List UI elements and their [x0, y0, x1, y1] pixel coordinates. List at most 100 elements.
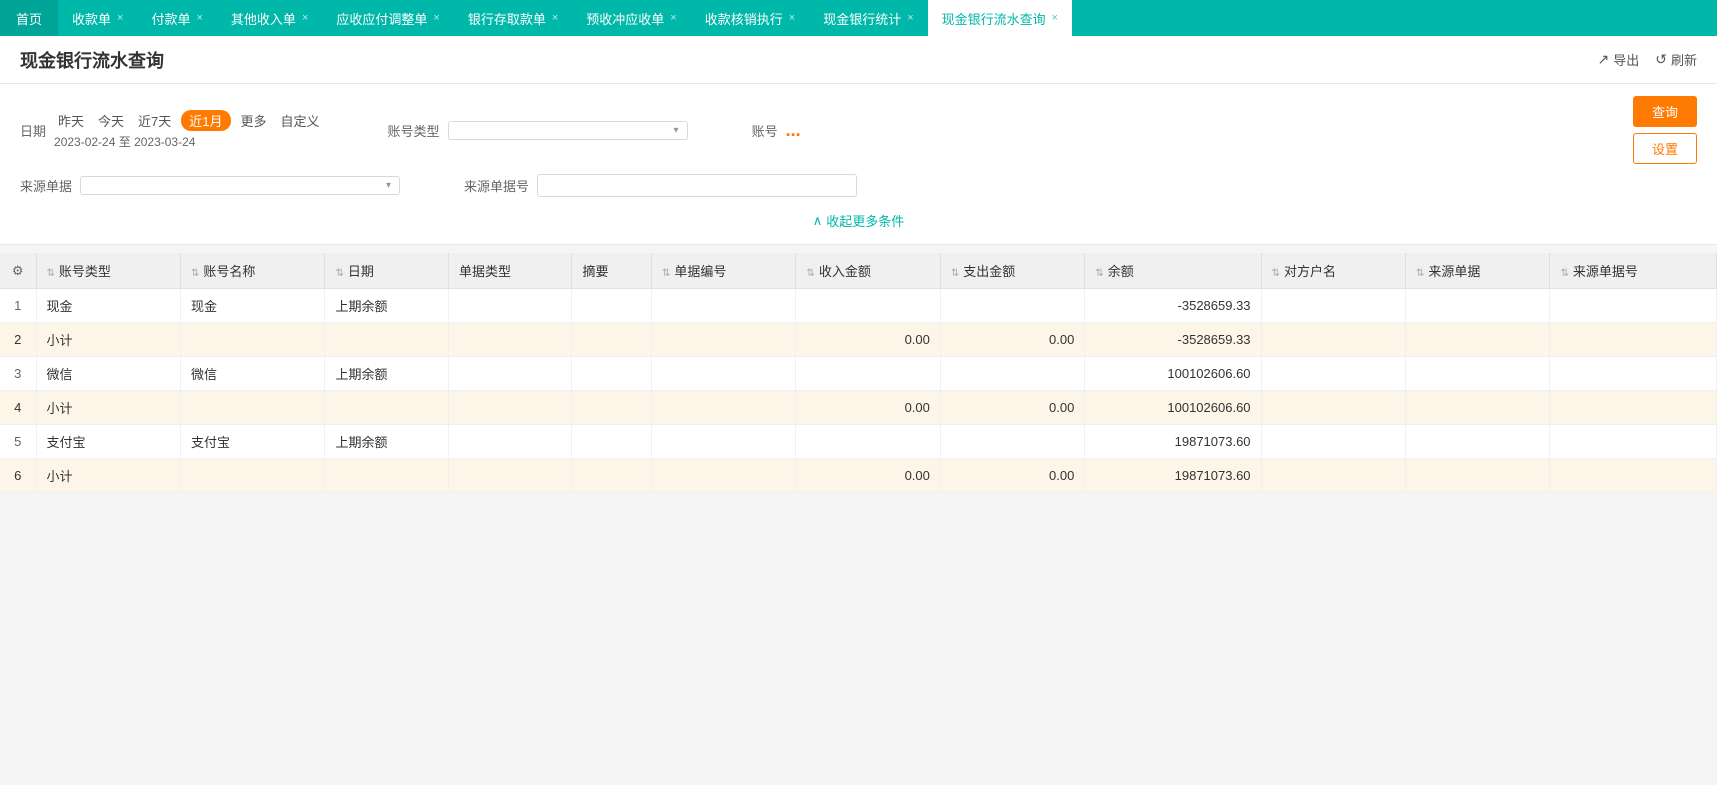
cell-row-num: 2: [0, 323, 36, 357]
cell-counterpart: [1261, 323, 1405, 357]
header-actions: ↗ 导出 ↺ 刷新: [1598, 50, 1698, 69]
nav-tab-yinhangcunqu[interactable]: 银行存取款单 ×: [454, 0, 572, 36]
cell-account-type: 微信: [36, 357, 180, 391]
export-button[interactable]: ↗ 导出: [1598, 50, 1640, 69]
source-doc-select[interactable]: ▾: [80, 176, 400, 195]
nav-tab-label: 收款核销执行: [705, 9, 783, 28]
cell-doc-type: [448, 459, 572, 493]
cell-row-num: 3: [0, 357, 36, 391]
cell-account-name: 现金: [180, 289, 324, 323]
nav-home[interactable]: 首页: [0, 0, 58, 36]
date-option-custom[interactable]: 自定义: [277, 110, 324, 131]
nav-tab-label: 其他收入单: [231, 9, 296, 28]
nav-tab-close-icon[interactable]: ×: [907, 12, 913, 24]
cell-summary: [572, 459, 652, 493]
nav-tab-close-icon[interactable]: ×: [117, 12, 123, 24]
query-button[interactable]: 查询: [1633, 96, 1697, 127]
account-label: 账号: [752, 121, 778, 140]
account-type-select[interactable]: ▾: [448, 121, 688, 140]
cell-summary: [572, 391, 652, 425]
export-icon: ↗: [1598, 51, 1610, 68]
cell-balance: 100102606.60: [1085, 391, 1261, 425]
nav-tab-qitashourandan[interactable]: 其他收入单 ×: [217, 0, 322, 36]
filter-row-2: 来源单据 ▾ 来源单据号: [20, 174, 1697, 197]
th-source-doc-no[interactable]: ⇅来源单据号: [1550, 253, 1717, 289]
refresh-label: 刷新: [1671, 50, 1697, 69]
cell-row-num: 4: [0, 391, 36, 425]
nav-tab-label: 应收应付调整单: [336, 9, 427, 28]
filter-area: 日期 昨天 今天 近7天 近1月 更多 自定义 2023-02-24 至 202…: [0, 84, 1717, 245]
nav-tab-close-icon[interactable]: ×: [302, 12, 308, 24]
nav-tab-close-icon[interactable]: ×: [196, 12, 202, 24]
cell-balance: -3528659.33: [1085, 323, 1261, 357]
nav-tab-close-icon[interactable]: ×: [670, 12, 676, 24]
settings-button[interactable]: 设置: [1633, 133, 1697, 164]
th-balance[interactable]: ⇅余额: [1085, 253, 1261, 289]
cell-income: [796, 425, 940, 459]
cell-account-type: 支付宝: [36, 425, 180, 459]
source-doc-no-input[interactable]: [537, 174, 857, 197]
nav-tab-liushuichaxun[interactable]: 现金银行流水查询 ×: [928, 0, 1072, 36]
refresh-button[interactable]: ↺ 刷新: [1655, 50, 1697, 69]
th-doc-no[interactable]: ⇅单据编号: [651, 253, 795, 289]
cell-counterpart: [1261, 391, 1405, 425]
nav-tab-yushouchong[interactable]: 预收冲应收单 ×: [572, 0, 690, 36]
nav-tab-xianjintongji[interactable]: 现金银行统计 ×: [809, 0, 927, 36]
date-option-yesterday[interactable]: 昨天: [54, 110, 88, 131]
cell-account-type: 现金: [36, 289, 180, 323]
cell-account-name: 支付宝: [180, 425, 324, 459]
cell-expense: [940, 357, 1084, 391]
table-header-row: ⚙ ⇅账号类型 ⇅账号名称 ⇅日期 单据类型 摘要 ⇅单据编号 ⇅收入金额 ⇅支…: [0, 253, 1717, 289]
collapse-filter-bar[interactable]: ∧ 收起更多条件: [20, 207, 1697, 236]
nav-tab-shoukuanhexiao[interactable]: 收款核销执行 ×: [691, 0, 809, 36]
th-account-name[interactable]: ⇅账号名称: [180, 253, 324, 289]
table-row: 3微信微信上期余额100102606.60: [0, 357, 1717, 391]
cell-summary: [572, 357, 652, 391]
th-expense[interactable]: ⇅支出金额: [940, 253, 1084, 289]
nav-tab-fukuandan[interactable]: 付款单 ×: [137, 0, 216, 36]
nav-tab-shoukuandan[interactable]: 收款单 ×: [58, 0, 137, 36]
gear-icon[interactable]: ⚙: [12, 263, 24, 278]
filter-row-1: 日期 昨天 今天 近7天 近1月 更多 自定义 2023-02-24 至 202…: [20, 96, 1697, 164]
page-title: 现金银行流水查询: [20, 47, 164, 73]
export-label: 导出: [1613, 50, 1639, 69]
date-option-1month[interactable]: 近1月: [181, 110, 230, 131]
nav-tab-close-icon[interactable]: ×: [433, 12, 439, 24]
chevron-down-icon: ▾: [674, 125, 679, 136]
date-option-more[interactable]: 更多: [237, 110, 271, 131]
th-source-doc[interactable]: ⇅来源单据: [1406, 253, 1550, 289]
date-option-7days[interactable]: 近7天: [134, 110, 175, 131]
th-gear: ⚙: [0, 253, 36, 289]
th-summary: 摘要: [572, 253, 652, 289]
th-date[interactable]: ⇅日期: [325, 253, 449, 289]
nav-tab-close-icon[interactable]: ×: [552, 12, 558, 24]
cell-account-name: [180, 459, 324, 493]
cell-summary: [572, 289, 652, 323]
cell-account-name: [180, 391, 324, 425]
cell-expense: 0.00: [940, 459, 1084, 493]
nav-tab-close-icon[interactable]: ×: [1052, 12, 1058, 24]
date-option-today[interactable]: 今天: [94, 110, 128, 131]
cell-income: [796, 289, 940, 323]
cell-date: 上期余额: [325, 357, 449, 391]
cell-doc-type: [448, 357, 572, 391]
cell-balance: 100102606.60: [1085, 357, 1261, 391]
cell-row-num: 6: [0, 459, 36, 493]
th-account-type[interactable]: ⇅账号类型: [36, 253, 180, 289]
action-buttons: 查询 设置: [1633, 96, 1697, 164]
cell-source-doc: [1406, 357, 1550, 391]
cell-date: [325, 323, 449, 357]
th-counterpart[interactable]: ⇅对方户名: [1261, 253, 1405, 289]
nav-tab-yingshoutiaozheng[interactable]: 应收应付调整单 ×: [322, 0, 453, 36]
nav-tab-close-icon[interactable]: ×: [789, 12, 795, 24]
cell-doc-type: [448, 289, 572, 323]
cell-doc-type: [448, 391, 572, 425]
cell-balance: -3528659.33: [1085, 289, 1261, 323]
data-table: ⚙ ⇅账号类型 ⇅账号名称 ⇅日期 单据类型 摘要 ⇅单据编号 ⇅收入金额 ⇅支…: [0, 253, 1717, 493]
cell-source-doc-no: [1550, 323, 1717, 357]
cell-date: [325, 391, 449, 425]
cell-source-doc: [1406, 459, 1550, 493]
cell-doc-no: [651, 391, 795, 425]
th-income[interactable]: ⇅收入金额: [796, 253, 940, 289]
account-ellipsis-button[interactable]: ...: [786, 120, 801, 141]
